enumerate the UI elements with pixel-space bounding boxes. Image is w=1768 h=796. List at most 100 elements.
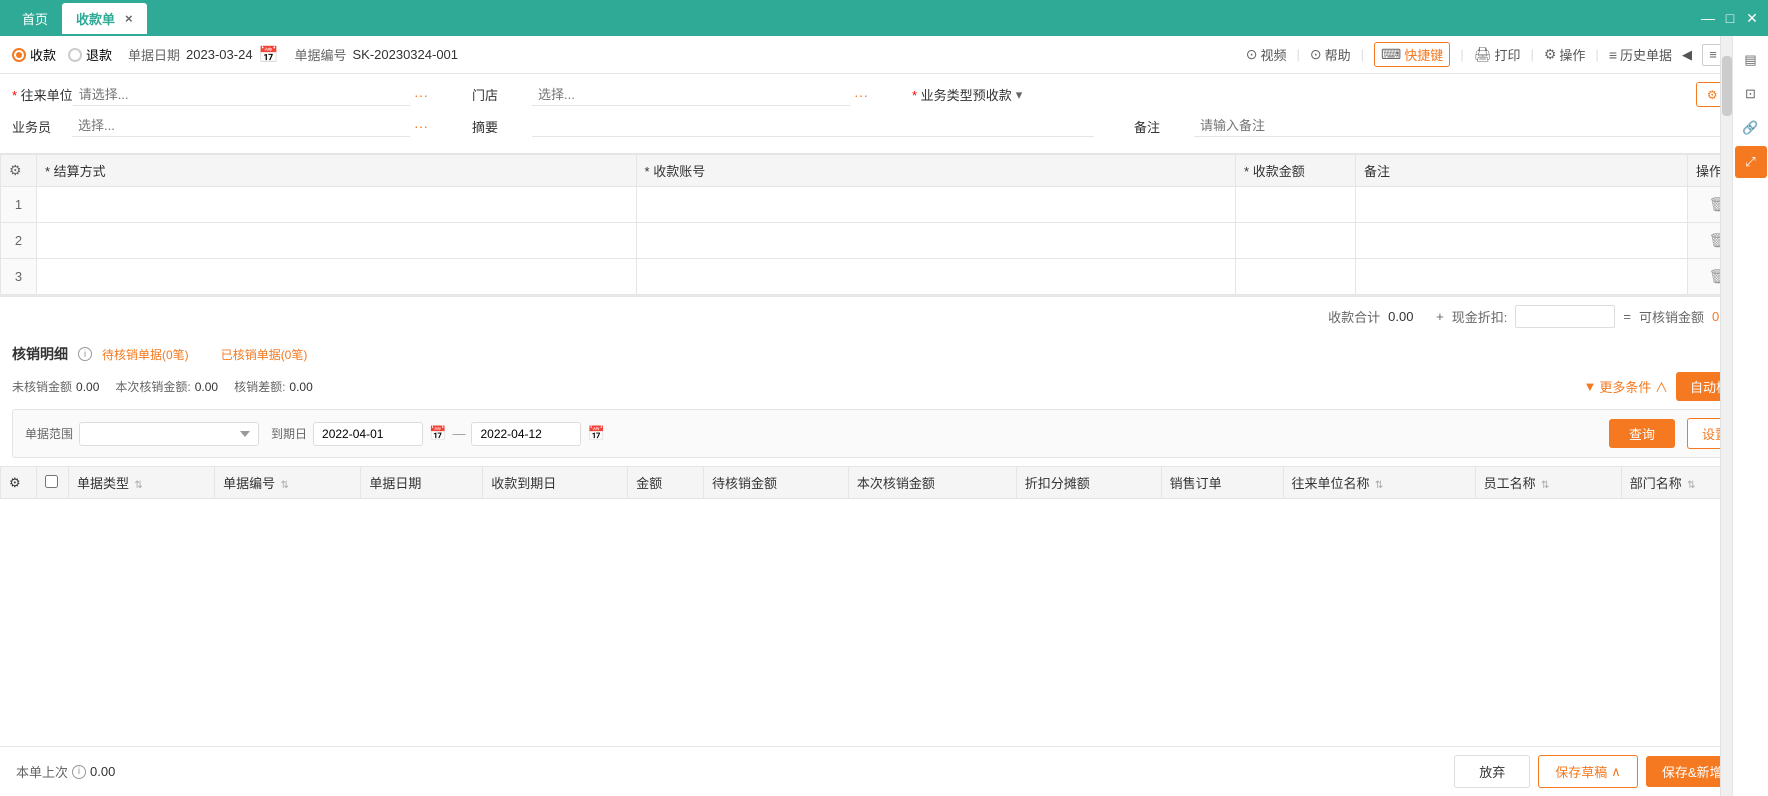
sidebar-checklist-icon[interactable]: ⊡: [1735, 78, 1767, 110]
bill-no-value: SK-20230324-001: [352, 47, 458, 62]
sidebar-link-icon[interactable]: 🔗: [1735, 112, 1767, 144]
operation-btn[interactable]: ⚙ 操作: [1544, 45, 1586, 64]
status-label: 本单上次 i 0.00: [16, 762, 115, 781]
history-btn[interactable]: ≡ 历史单据: [1609, 45, 1672, 64]
range-label: 单据范围: [25, 425, 73, 442]
store-label: 门店: [472, 85, 532, 104]
bt-this-col: 本次核销金额: [848, 467, 1016, 499]
date-picker-icon[interactable]: 📅: [259, 45, 279, 65]
prev-btn[interactable]: ◀: [1682, 47, 1692, 63]
party-input[interactable]: [73, 84, 410, 106]
bt-settings-col[interactable]: ⚙: [1, 467, 37, 499]
biz-type-select[interactable]: 预收款 ▾: [973, 85, 1023, 104]
party-label: 往来单位: [12, 85, 73, 104]
store-input[interactable]: [532, 84, 850, 106]
help-btn[interactable]: ⊙ 帮助: [1310, 45, 1351, 64]
bt-no-col: 单据编号 ⇅: [215, 467, 361, 499]
form-row-1: 往来单位 ··· 门店 ··· 业务类型 预收款 ▾ ⚙ 设置: [12, 82, 1756, 107]
cal-icon-2[interactable]: 📅: [587, 425, 604, 442]
remark-cell-1[interactable]: [1356, 187, 1688, 223]
amount-cell-1[interactable]: [1236, 187, 1356, 223]
table-footer: 收款合计 0.00 + 现金折扣: = 可核销金额 0.00: [0, 296, 1768, 336]
account-cell-1[interactable]: [636, 187, 1236, 223]
help-icon: ⊙: [1310, 46, 1322, 63]
reconcile-title: 核销明细: [12, 344, 68, 364]
discount-label: 现金折扣:: [1452, 307, 1508, 326]
bt-order-col: 销售订单: [1161, 467, 1283, 499]
pending-tab[interactable]: 待核销单据(0笔): [102, 346, 189, 363]
refund-radio-dot: [68, 48, 82, 62]
this-recon-item: 本次核销金额: 0.00: [115, 378, 218, 395]
range-field: 单据范围: [25, 422, 259, 446]
bt-amount-col: 金额: [628, 467, 704, 499]
remark-cell-2[interactable]: [1356, 223, 1688, 259]
status-value: 0.00: [90, 764, 115, 779]
settle-cell-3[interactable]: [37, 259, 637, 295]
refund-radio[interactable]: 退款: [68, 45, 112, 64]
total-label: 收款合计: [1328, 307, 1380, 326]
cal-icon-1[interactable]: 📅: [429, 425, 446, 442]
settle-cell-1[interactable]: [37, 187, 637, 223]
window-close-btn[interactable]: ✕: [1744, 10, 1760, 26]
staff-ellipsis-btn[interactable]: ···: [410, 118, 432, 134]
due-date-from[interactable]: [313, 422, 423, 446]
checklist-icon: ⊡: [1745, 86, 1756, 102]
remark-input[interactable]: [1194, 115, 1756, 137]
scroll-thumb[interactable]: [1722, 56, 1732, 116]
right-sidebar: ▤ ⊡ 🔗 ⤢: [1732, 36, 1768, 796]
print-btn[interactable]: 🖨 打印: [1474, 45, 1521, 64]
settle-cell-2[interactable]: [37, 223, 637, 259]
amount-cell-3[interactable]: [1236, 259, 1356, 295]
store-ellipsis-btn[interactable]: ···: [850, 87, 872, 103]
table-row: 3 🗑 ⧉: [1, 259, 1768, 295]
discount-input[interactable]: [1515, 305, 1615, 328]
receipt-radio[interactable]: 收款: [12, 45, 56, 64]
query-button[interactable]: 查询: [1609, 419, 1675, 448]
summary-input[interactable]: [532, 115, 1094, 137]
account-header: * 收款账号: [636, 155, 1236, 187]
search-criteria: 单据范围 到期日 📅 — 📅 查询 设置: [12, 409, 1756, 458]
video-btn[interactable]: ⊙ 视频: [1246, 45, 1287, 64]
this-recon-value: 0.00: [195, 380, 218, 394]
done-tab[interactable]: 已核销单据(0笔): [221, 346, 308, 363]
bt-gear-icon[interactable]: ⚙: [9, 475, 21, 490]
main-content: 收款 退款 单据日期 2023-03-24 📅 单据编号 SK-20230324…: [0, 36, 1768, 796]
table-settings-header[interactable]: ⚙: [1, 155, 37, 187]
bt-select-all[interactable]: [45, 475, 58, 488]
range-select[interactable]: [79, 422, 259, 446]
type-sort-icon: ⇅: [134, 480, 142, 491]
party-ellipsis-btn[interactable]: ···: [410, 87, 432, 103]
history-icon: ≡: [1609, 47, 1617, 63]
due-date-to[interactable]: [471, 422, 581, 446]
restore-btn[interactable]: □: [1722, 10, 1738, 26]
window-controls: — □ ✕: [1700, 10, 1760, 26]
date-field: 单据日期 2023-03-24 📅: [128, 45, 278, 65]
total-value: 0.00: [1388, 309, 1428, 324]
sidebar-expand-icon[interactable]: ⤢: [1735, 146, 1767, 178]
scrollbar[interactable]: [1720, 36, 1732, 796]
table-icon: ▤: [1744, 52, 1756, 68]
amount-header: * 收款金额: [1236, 155, 1356, 187]
staff-label: 业务员: [12, 117, 72, 136]
settle-header: * 结算方式: [37, 155, 637, 187]
reconcile-info-icon[interactable]: i: [78, 347, 92, 361]
account-cell-3[interactable]: [636, 259, 1236, 295]
more-filter-btn[interactable]: ▼ 更多条件 ∧: [1583, 377, 1668, 396]
nav-receipt[interactable]: 收款单 ×: [62, 3, 147, 34]
bt-checkbox-col[interactable]: [37, 467, 69, 499]
sidebar-table-icon[interactable]: ▤: [1735, 44, 1767, 76]
action-btn-group: 放弃 保存草稿 ∧ 保存&新增 ∧: [1454, 755, 1752, 788]
shortcut-btn[interactable]: ⌨ 快捷键: [1374, 42, 1450, 67]
status-info-icon[interactable]: i: [72, 765, 86, 779]
discard-button[interactable]: 放弃: [1454, 755, 1530, 788]
amount-cell-2[interactable]: [1236, 223, 1356, 259]
minimize-btn[interactable]: —: [1700, 10, 1716, 26]
table-gear-icon[interactable]: ⚙: [9, 162, 22, 178]
nav-home[interactable]: 首页: [8, 3, 62, 34]
staff-input[interactable]: [72, 115, 410, 137]
top-nav: 首页 收款单 × — □ ✕: [0, 0, 1768, 36]
remark-cell-3[interactable]: [1356, 259, 1688, 295]
account-cell-2[interactable]: [636, 223, 1236, 259]
save-draft-button[interactable]: 保存草稿 ∧: [1538, 755, 1638, 788]
nav-close-icon[interactable]: ×: [125, 11, 133, 26]
